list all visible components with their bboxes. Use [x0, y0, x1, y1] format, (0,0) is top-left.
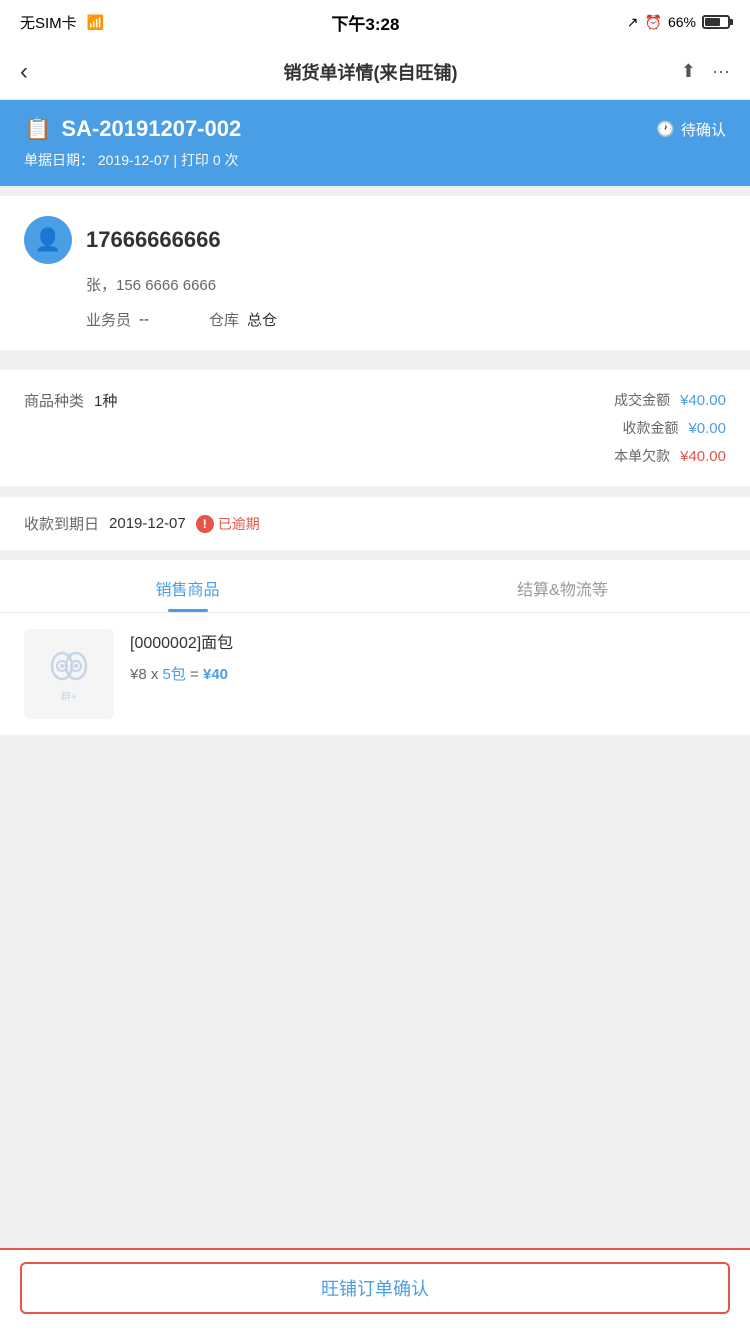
order-id-text: SA-20191207-002 — [61, 116, 241, 142]
nav-bar: ‹ 销货单详情(来自旺铺) ⬆ ··· — [0, 44, 750, 100]
status-clock-icon: 🕐 — [656, 120, 675, 138]
share-button[interactable]: ⬆ — [681, 61, 696, 82]
balance-label: 本单欠款 — [614, 446, 670, 466]
tab-products[interactable]: 销售商品 — [0, 560, 375, 612]
avatar: 👤 — [24, 216, 72, 264]
salesman-label: 业务员 — [86, 309, 131, 330]
received-amount-row: 收款金额 ¥0.00 — [622, 418, 726, 438]
battery-icon — [702, 15, 730, 29]
received-value: ¥0.00 — [688, 420, 726, 437]
status-left: 无SIM卡 📶 — [20, 12, 104, 33]
due-date-value: 2019-12-07 — [109, 515, 186, 532]
product-types-row: 商品种类 1种 — [24, 390, 117, 411]
due-date-section: 收款到期日 2019-12-07 ! 已逾期 — [0, 497, 750, 550]
salesman-item: 业务员 -- — [86, 309, 149, 330]
status-bar: 无SIM卡 📶 下午3:28 ↗ ⏰ 66% — [0, 0, 750, 44]
deal-amount-value: ¥40.00 — [680, 392, 726, 409]
product-item: 群+ [0000002]面包 ¥8 x 5包 = ¥40 — [24, 629, 726, 719]
divider-1 — [0, 350, 750, 360]
product-price: ¥8 x 5包 = ¥40 — [130, 663, 726, 684]
brand-label: 群+ — [61, 688, 77, 703]
carrier-label: 无SIM卡 — [20, 12, 77, 33]
salesman-value: -- — [139, 311, 149, 328]
product-info: [0000002]面包 ¥8 x 5包 = ¥40 — [130, 629, 726, 684]
equals-sign: = — [190, 666, 203, 683]
customer-name: 张，156 6666 6666 — [86, 274, 726, 295]
location-icon: ↗ — [627, 14, 639, 31]
divider-2 — [0, 486, 750, 487]
battery-percent: 66% — [668, 14, 696, 30]
total-value: ¥40 — [203, 666, 228, 683]
due-date-label: 收款到期日 — [24, 513, 99, 534]
balance-value: ¥40.00 — [680, 448, 726, 465]
nav-actions: ⬆ ··· — [681, 61, 730, 82]
more-button[interactable]: ··· — [712, 61, 730, 82]
customer-row: 👤 17666666666 — [24, 216, 726, 264]
received-label: 收款金额 — [622, 418, 678, 438]
order-banner: 📋 SA-20191207-002 🕐 待确认 单据日期： 2019-12-07… — [0, 100, 750, 186]
owl-logo-icon — [44, 646, 94, 686]
summary-left: 商品种类 1种 — [24, 390, 117, 411]
price-value: ¥8 — [130, 666, 147, 683]
deal-amount-row: 成交金额 ¥40.00 — [614, 390, 726, 410]
bottom-bar: 旺铺订单确认 — [0, 1248, 750, 1334]
warehouse-item: 仓库 总仓 — [209, 309, 277, 330]
customer-meta: 业务员 -- 仓库 总仓 — [86, 309, 726, 330]
qty-value: 5包 — [163, 666, 186, 683]
alarm-icon: ⏰ — [645, 14, 662, 31]
multiply-icon: x — [151, 666, 163, 683]
tab-settlement[interactable]: 结算&物流等 — [375, 560, 750, 612]
overdue-badge: ! 已逾期 — [196, 514, 260, 534]
balance-row: 本单欠款 ¥40.00 — [614, 446, 726, 466]
order-status: 🕐 待确认 — [656, 119, 726, 140]
status-time: 下午3:28 — [331, 10, 399, 35]
product-types-label: 商品种类 — [24, 390, 84, 411]
product-list: 群+ [0000002]面包 ¥8 x 5包 = ¥40 — [0, 613, 750, 735]
overdue-icon: ! — [196, 515, 214, 533]
overdue-text: 已逾期 — [218, 514, 260, 534]
customer-section: 👤 17666666666 张，156 6666 6666 业务员 -- 仓库 … — [0, 196, 750, 350]
summary-section: 商品种类 1种 成交金额 ¥40.00 收款金额 ¥0.00 本单欠款 ¥40.… — [0, 370, 750, 486]
product-name: [0000002]面包 — [130, 629, 726, 653]
customer-phone: 17666666666 — [86, 227, 221, 253]
page-title: 销货单详情(来自旺铺) — [283, 59, 457, 85]
product-thumbnail: 群+ — [24, 629, 114, 719]
product-thumb-inner: 群+ — [44, 646, 94, 703]
order-date: 单据日期： 2019-12-07 | 打印 0 次 — [24, 150, 726, 170]
product-types-value: 1种 — [94, 390, 117, 411]
content-area — [0, 735, 750, 955]
tab-bar: 销售商品 结算&物流等 — [0, 560, 750, 613]
order-id-row: 📋 SA-20191207-002 🕐 待确认 — [24, 116, 726, 142]
order-id-icon: 📋 — [24, 116, 51, 142]
summary-right: 成交金额 ¥40.00 收款金额 ¥0.00 本单欠款 ¥40.00 — [614, 390, 726, 466]
order-status-text: 待确认 — [681, 119, 726, 140]
status-right: ↗ ⏰ 66% — [627, 14, 730, 31]
confirm-button[interactable]: 旺铺订单确认 — [20, 1262, 730, 1314]
warehouse-label: 仓库 — [209, 309, 239, 330]
order-id: 📋 SA-20191207-002 — [24, 116, 241, 142]
warehouse-value: 总仓 — [247, 309, 277, 330]
wifi-icon: 📶 — [87, 14, 104, 31]
deal-amount-label: 成交金额 — [614, 390, 670, 410]
tab-section: 销售商品 结算&物流等 群+ — [0, 560, 750, 735]
back-button[interactable]: ‹ — [20, 58, 60, 86]
